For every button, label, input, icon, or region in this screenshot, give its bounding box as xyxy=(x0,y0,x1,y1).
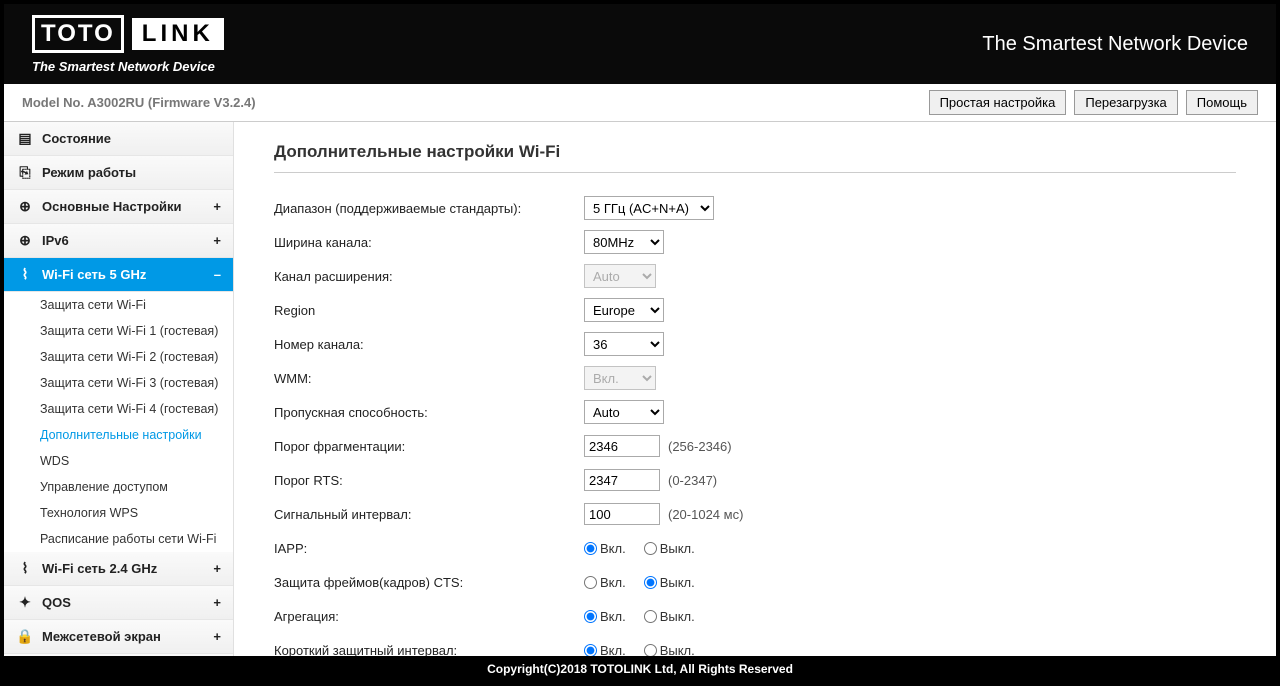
footer: Copyright(C)2018 TOTOLINK Ltd, All Right… xyxy=(4,656,1276,682)
label-cts: Защита фреймов(кадров) CTS: xyxy=(274,575,584,590)
label-frag: Порог фрагментации: xyxy=(274,439,584,454)
extch-select: Auto xyxy=(584,264,656,288)
wifi-icon: ⌇ xyxy=(16,266,34,283)
frag-hint: (256-2346) xyxy=(668,439,732,454)
iapp-radios: Вкл. Выкл. xyxy=(584,541,695,556)
sidebar-item-qos[interactable]: ✦ QOS + xyxy=(4,586,233,620)
label-rts: Порог RTS: xyxy=(274,473,584,488)
sidebar-label: Wi-Fi сеть 2.4 GHz xyxy=(42,561,157,576)
sidebar-sub-guest3[interactable]: Защита сети Wi-Fi 3 (гостевая) xyxy=(4,370,233,396)
beacon-hint: (20-1024 мс) xyxy=(668,507,743,522)
cts-off[interactable] xyxy=(644,576,657,589)
chat-icon: ▤ xyxy=(16,130,34,147)
easy-setup-button[interactable]: Простая настройка xyxy=(929,90,1067,115)
region-select[interactable]: Europe xyxy=(584,298,664,322)
sidebar-item-wifi-5ghz[interactable]: ⌇ Wi-Fi сеть 5 GHz – xyxy=(4,258,233,292)
sidebar-label: IPv6 xyxy=(42,233,69,248)
sidebar-label: Wi-Fi сеть 5 GHz xyxy=(42,267,146,282)
expand-icon: + xyxy=(213,629,221,644)
aggr-radios: Вкл. Выкл. xyxy=(584,609,695,624)
sidebar-item-wifi-24ghz[interactable]: ⌇ Wi-Fi сеть 2.4 GHz + xyxy=(4,552,233,586)
label-extch: Канал расширения: xyxy=(274,269,584,284)
sidebar-sub-guest4[interactable]: Защита сети Wi-Fi 4 (гостевая) xyxy=(4,396,233,422)
shortgi-radios: Вкл. Выкл. xyxy=(584,643,695,657)
collapse-icon: – xyxy=(214,267,221,282)
mode-icon: ⎘ xyxy=(16,164,34,181)
sidebar-item-mode[interactable]: ⎘ Режим работы xyxy=(4,156,233,190)
cts-on[interactable] xyxy=(584,576,597,589)
sidebar-item-status[interactable]: ▤ Состояние xyxy=(4,122,233,156)
shortgi-off[interactable] xyxy=(644,644,657,657)
iapp-on[interactable] xyxy=(584,542,597,555)
sidebar-sub-wps[interactable]: Технология WPS xyxy=(4,500,233,526)
expand-icon: + xyxy=(213,595,221,610)
reboot-button[interactable]: Перезагрузка xyxy=(1074,90,1177,115)
label-rate: Пропускная способность: xyxy=(274,405,584,420)
sidebar[interactable]: ▤ Состояние ⎘ Режим работы ⊕ Основные На… xyxy=(4,122,234,656)
qos-icon: ✦ xyxy=(16,594,34,611)
expand-icon: + xyxy=(213,199,221,214)
sidebar-item-basic[interactable]: ⊕ Основные Настройки + xyxy=(4,190,233,224)
band-select[interactable]: 5 ГГц (AC+N+A) xyxy=(584,196,714,220)
iapp-off[interactable] xyxy=(644,542,657,555)
logo-subtitle: The Smartest Network Device xyxy=(32,59,224,74)
sidebar-sub-security[interactable]: Защита сети Wi-Fi xyxy=(4,292,233,318)
aggr-on[interactable] xyxy=(584,610,597,623)
sidebar-sub-access[interactable]: Управление доступом xyxy=(4,474,233,500)
header-tagline: The Smartest Network Device xyxy=(982,33,1248,56)
expand-icon: + xyxy=(213,561,221,576)
label-band: Диапазон (поддерживаемые стандарты): xyxy=(274,201,584,216)
sidebar-label: QOS xyxy=(42,595,71,610)
sidebar-sub-advanced[interactable]: Дополнительные настройки xyxy=(4,422,233,448)
aggr-off[interactable] xyxy=(644,610,657,623)
label-channel: Номер канала: xyxy=(274,337,584,352)
width-select[interactable]: 80MHz xyxy=(584,230,664,254)
shortgi-on[interactable] xyxy=(584,644,597,657)
header: TOTO LINK The Smartest Network Device Th… xyxy=(4,4,1276,84)
frag-input[interactable] xyxy=(584,435,660,457)
logo-text-right: LINK xyxy=(132,18,224,50)
sidebar-sub-guest1[interactable]: Защита сети Wi-Fi 1 (гостевая) xyxy=(4,318,233,344)
globe-icon: ⊕ xyxy=(16,198,34,215)
sidebar-item-firewall[interactable]: 🔒 Межсетевой экран + xyxy=(4,620,233,654)
sidebar-sub-guest2[interactable]: Защита сети Wi-Fi 2 (гостевая) xyxy=(4,344,233,370)
logo: TOTO LINK The Smartest Network Device xyxy=(32,15,224,74)
cts-radios: Вкл. Выкл. xyxy=(584,575,695,590)
label-iapp: IAPP: xyxy=(274,541,584,556)
info-bar: Model No. A3002RU (Firmware V3.2.4) Прос… xyxy=(4,84,1276,122)
sidebar-label: Состояние xyxy=(42,131,111,146)
wifi-icon: ⌇ xyxy=(16,560,34,577)
label-beacon: Сигнальный интервал: xyxy=(274,507,584,522)
rts-input[interactable] xyxy=(584,469,660,491)
label-aggr: Агрегация: xyxy=(274,609,584,624)
model-label: Model No. A3002RU (Firmware V3.2.4) xyxy=(22,95,256,110)
rts-hint: (0-2347) xyxy=(668,473,717,488)
lock-icon: 🔒 xyxy=(16,628,34,645)
label-shortgi: Короткий защитный интервал: xyxy=(274,643,584,657)
sidebar-sub-schedule[interactable]: Расписание работы сети Wi-Fi xyxy=(4,526,233,552)
channel-select[interactable]: 36 xyxy=(584,332,664,356)
expand-icon: + xyxy=(213,233,221,248)
label-width: Ширина канала: xyxy=(274,235,584,250)
sidebar-label: Межсетевой экран xyxy=(42,629,161,644)
label-region: Region xyxy=(274,303,584,318)
label-wmm: WMM: xyxy=(274,371,584,386)
sidebar-sub-wds[interactable]: WDS xyxy=(4,448,233,474)
sidebar-label: Режим работы xyxy=(42,165,136,180)
beacon-input[interactable] xyxy=(584,503,660,525)
globe-icon: ⊕ xyxy=(16,232,34,249)
content-area[interactable]: Дополнительные настройки Wi-Fi Диапазон … xyxy=(234,122,1276,656)
rate-select[interactable]: Auto xyxy=(584,400,664,424)
sidebar-item-ipv6[interactable]: ⊕ IPv6 + xyxy=(4,224,233,258)
help-button[interactable]: Помощь xyxy=(1186,90,1258,115)
logo-text-left: TOTO xyxy=(32,15,124,53)
sidebar-label: Основные Настройки xyxy=(42,199,182,214)
page-title: Дополнительные настройки Wi-Fi xyxy=(274,142,1236,173)
wmm-select: Вкл. xyxy=(584,366,656,390)
